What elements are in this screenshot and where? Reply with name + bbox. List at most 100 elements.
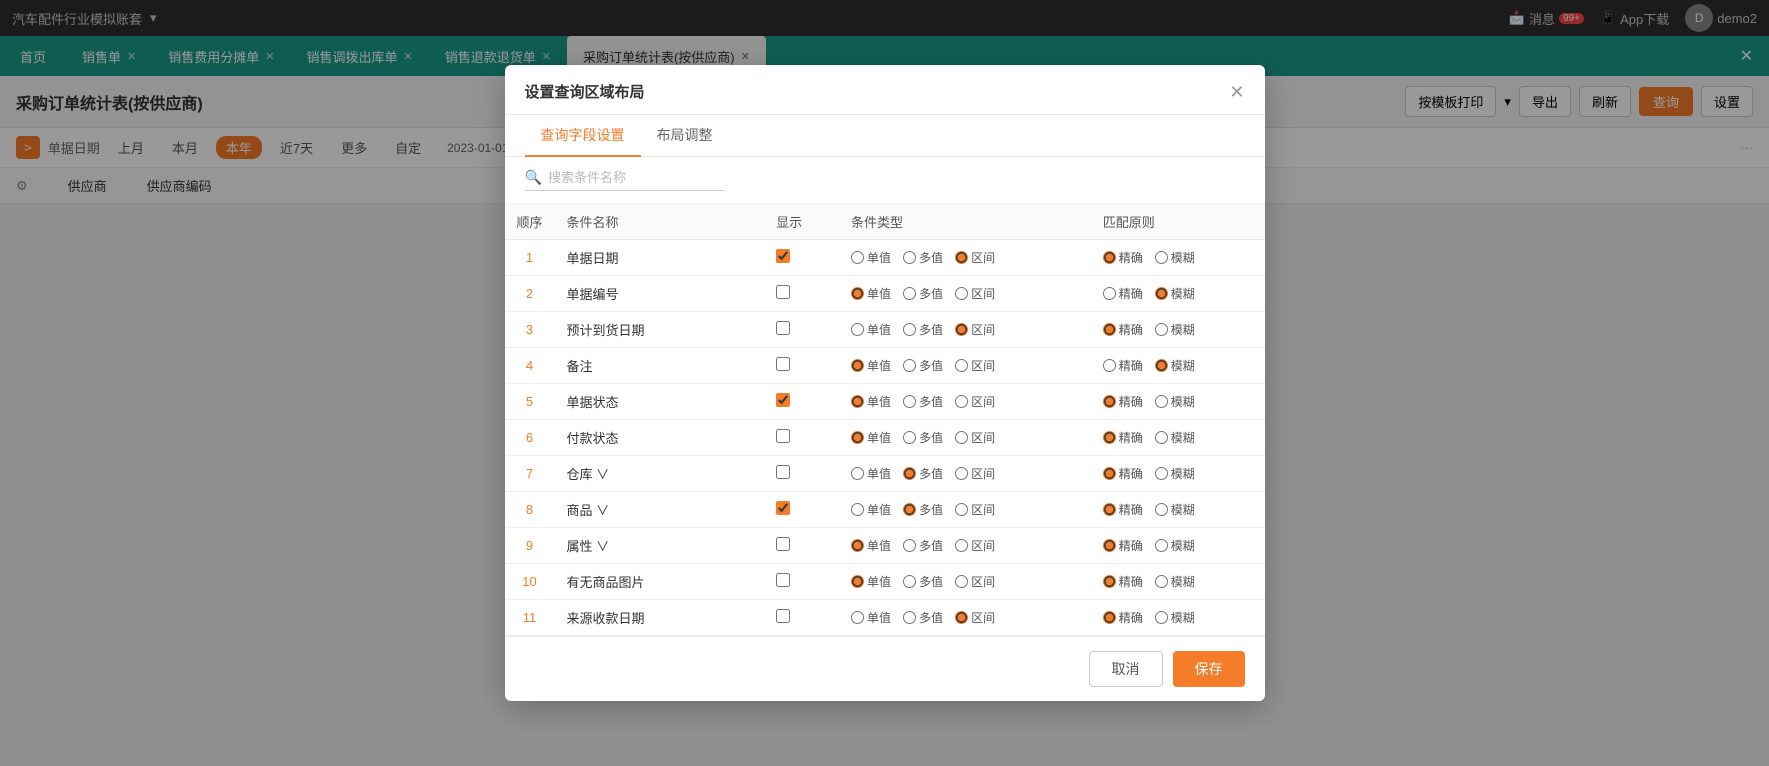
table-row: 11来源收款日期单值多值区间精确模糊 [505, 600, 1265, 636]
radio-match-fuzzy[interactable]: 模糊 [1155, 321, 1195, 338]
tab-query-fields[interactable]: 查询字段设置 [525, 115, 641, 157]
radio-type-multi[interactable]: 多值 [903, 429, 943, 446]
radio-match-exact[interactable]: 精确 [1103, 501, 1143, 518]
display-checkbox[interactable] [776, 285, 790, 299]
row-display-checkbox[interactable] [764, 276, 839, 312]
radio-match-fuzzy[interactable]: 模糊 [1155, 501, 1195, 518]
radio-match-fuzzy[interactable]: 模糊 [1155, 285, 1195, 302]
radio-type-single[interactable]: 单值 [851, 249, 891, 266]
table-row: 8商品 ∨单值多值区间精确模糊 [505, 492, 1265, 528]
row-display-checkbox[interactable] [764, 240, 839, 276]
display-checkbox[interactable] [776, 465, 790, 479]
radio-match-exact[interactable]: 精确 [1103, 465, 1143, 482]
row-match-rule: 精确模糊 [1091, 240, 1265, 276]
radio-type-multi[interactable]: 多值 [903, 573, 943, 590]
radio-match-exact[interactable]: 精确 [1103, 573, 1143, 590]
row-match-rule: 精确模糊 [1091, 492, 1265, 528]
display-checkbox[interactable] [776, 393, 790, 407]
radio-type-multi[interactable]: 多值 [903, 285, 943, 302]
radio-type-multi[interactable]: 多值 [903, 501, 943, 518]
row-display-checkbox[interactable] [764, 600, 839, 636]
radio-type-multi[interactable]: 多值 [903, 249, 943, 266]
radio-match-exact[interactable]: 精确 [1103, 249, 1143, 266]
radio-type-multi[interactable]: 多值 [903, 609, 943, 626]
radio-match-exact[interactable]: 精确 [1103, 321, 1143, 338]
radio-type-range[interactable]: 区间 [955, 249, 995, 266]
row-cond-name: 单据日期 [555, 240, 765, 276]
row-display-checkbox[interactable] [764, 312, 839, 348]
display-checkbox[interactable] [776, 573, 790, 587]
radio-type-range[interactable]: 区间 [955, 393, 995, 410]
radio-type-range[interactable]: 区间 [955, 537, 995, 554]
radio-match-fuzzy[interactable]: 模糊 [1155, 537, 1195, 554]
display-checkbox[interactable] [776, 537, 790, 551]
radio-type-single[interactable]: 单值 [851, 321, 891, 338]
radio-type-multi[interactable]: 多值 [903, 465, 943, 482]
radio-type-range[interactable]: 区间 [955, 573, 995, 590]
radio-type-multi[interactable]: 多值 [903, 357, 943, 374]
row-cond-type: 单值多值区间 [839, 528, 1091, 564]
radio-match-exact[interactable]: 精确 [1103, 429, 1143, 446]
radio-type-multi[interactable]: 多值 [903, 537, 943, 554]
search-input[interactable] [548, 170, 725, 185]
radio-type-single[interactable]: 单值 [851, 285, 891, 302]
row-display-checkbox[interactable] [764, 348, 839, 384]
row-display-checkbox[interactable] [764, 384, 839, 420]
table-row: 3预计到货日期单值多值区间精确模糊 [505, 312, 1265, 348]
radio-match-fuzzy[interactable]: 模糊 [1155, 393, 1195, 410]
radio-match-fuzzy[interactable]: 模糊 [1155, 573, 1195, 590]
row-display-checkbox[interactable] [764, 564, 839, 600]
radio-type-single[interactable]: 单值 [851, 465, 891, 482]
radio-type-range[interactable]: 区间 [955, 357, 995, 374]
radio-type-single[interactable]: 单值 [851, 357, 891, 374]
radio-type-single[interactable]: 单值 [851, 537, 891, 554]
row-match-rule: 精确模糊 [1091, 600, 1265, 636]
radio-type-range[interactable]: 区间 [955, 501, 995, 518]
display-checkbox[interactable] [776, 321, 790, 335]
radio-match-exact[interactable]: 精确 [1103, 393, 1143, 410]
display-checkbox[interactable] [776, 609, 790, 623]
radio-type-multi[interactable]: 多值 [903, 321, 943, 338]
display-checkbox[interactable] [776, 429, 790, 443]
radio-type-range[interactable]: 区间 [955, 609, 995, 626]
radio-match-exact[interactable]: 精确 [1103, 357, 1143, 374]
row-display-checkbox[interactable] [764, 420, 839, 456]
radio-type-single[interactable]: 单值 [851, 573, 891, 590]
radio-match-fuzzy[interactable]: 模糊 [1155, 249, 1195, 266]
radio-match-fuzzy[interactable]: 模糊 [1155, 357, 1195, 374]
row-order: 9 [505, 528, 555, 564]
display-checkbox[interactable] [776, 249, 790, 263]
cancel-button[interactable]: 取消 [1089, 651, 1163, 687]
radio-match-fuzzy[interactable]: 模糊 [1155, 465, 1195, 482]
table-row: 2单据编号单值多值区间精确模糊 [505, 276, 1265, 312]
row-cond-name: 付款状态 [555, 420, 765, 456]
row-cond-name: 备注 [555, 348, 765, 384]
radio-type-range[interactable]: 区间 [955, 285, 995, 302]
radio-type-single[interactable]: 单值 [851, 501, 891, 518]
radio-type-single[interactable]: 单值 [851, 429, 891, 446]
display-checkbox[interactable] [776, 501, 790, 515]
row-cond-name: 单据编号 [555, 276, 765, 312]
row-display-checkbox[interactable] [764, 528, 839, 564]
tab-layout-adjust[interactable]: 布局调整 [641, 115, 729, 157]
radio-type-multi[interactable]: 多值 [903, 393, 943, 410]
radio-match-exact[interactable]: 精确 [1103, 285, 1143, 302]
dialog-close-button[interactable]: ✕ [1229, 83, 1244, 101]
row-display-checkbox[interactable] [764, 492, 839, 528]
row-cond-type: 单值多值区间 [839, 240, 1091, 276]
radio-type-single[interactable]: 单值 [851, 393, 891, 410]
radio-type-range[interactable]: 区间 [955, 465, 995, 482]
radio-type-single[interactable]: 单值 [851, 609, 891, 626]
row-display-checkbox[interactable] [764, 456, 839, 492]
table-row: 10有无商品图片单值多值区间精确模糊 [505, 564, 1265, 600]
radio-match-fuzzy[interactable]: 模糊 [1155, 609, 1195, 626]
radio-match-exact[interactable]: 精确 [1103, 537, 1143, 554]
radio-type-range[interactable]: 区间 [955, 321, 995, 338]
modal-overlay: 设置查询区域布局 ✕ 查询字段设置 布局调整 🔍 顺序 [0, 0, 1769, 766]
display-checkbox[interactable] [776, 357, 790, 371]
col-header-display: 显示 [764, 204, 839, 240]
radio-match-exact[interactable]: 精确 [1103, 609, 1143, 626]
radio-match-fuzzy[interactable]: 模糊 [1155, 429, 1195, 446]
save-button[interactable]: 保存 [1173, 651, 1245, 687]
radio-type-range[interactable]: 区间 [955, 429, 995, 446]
